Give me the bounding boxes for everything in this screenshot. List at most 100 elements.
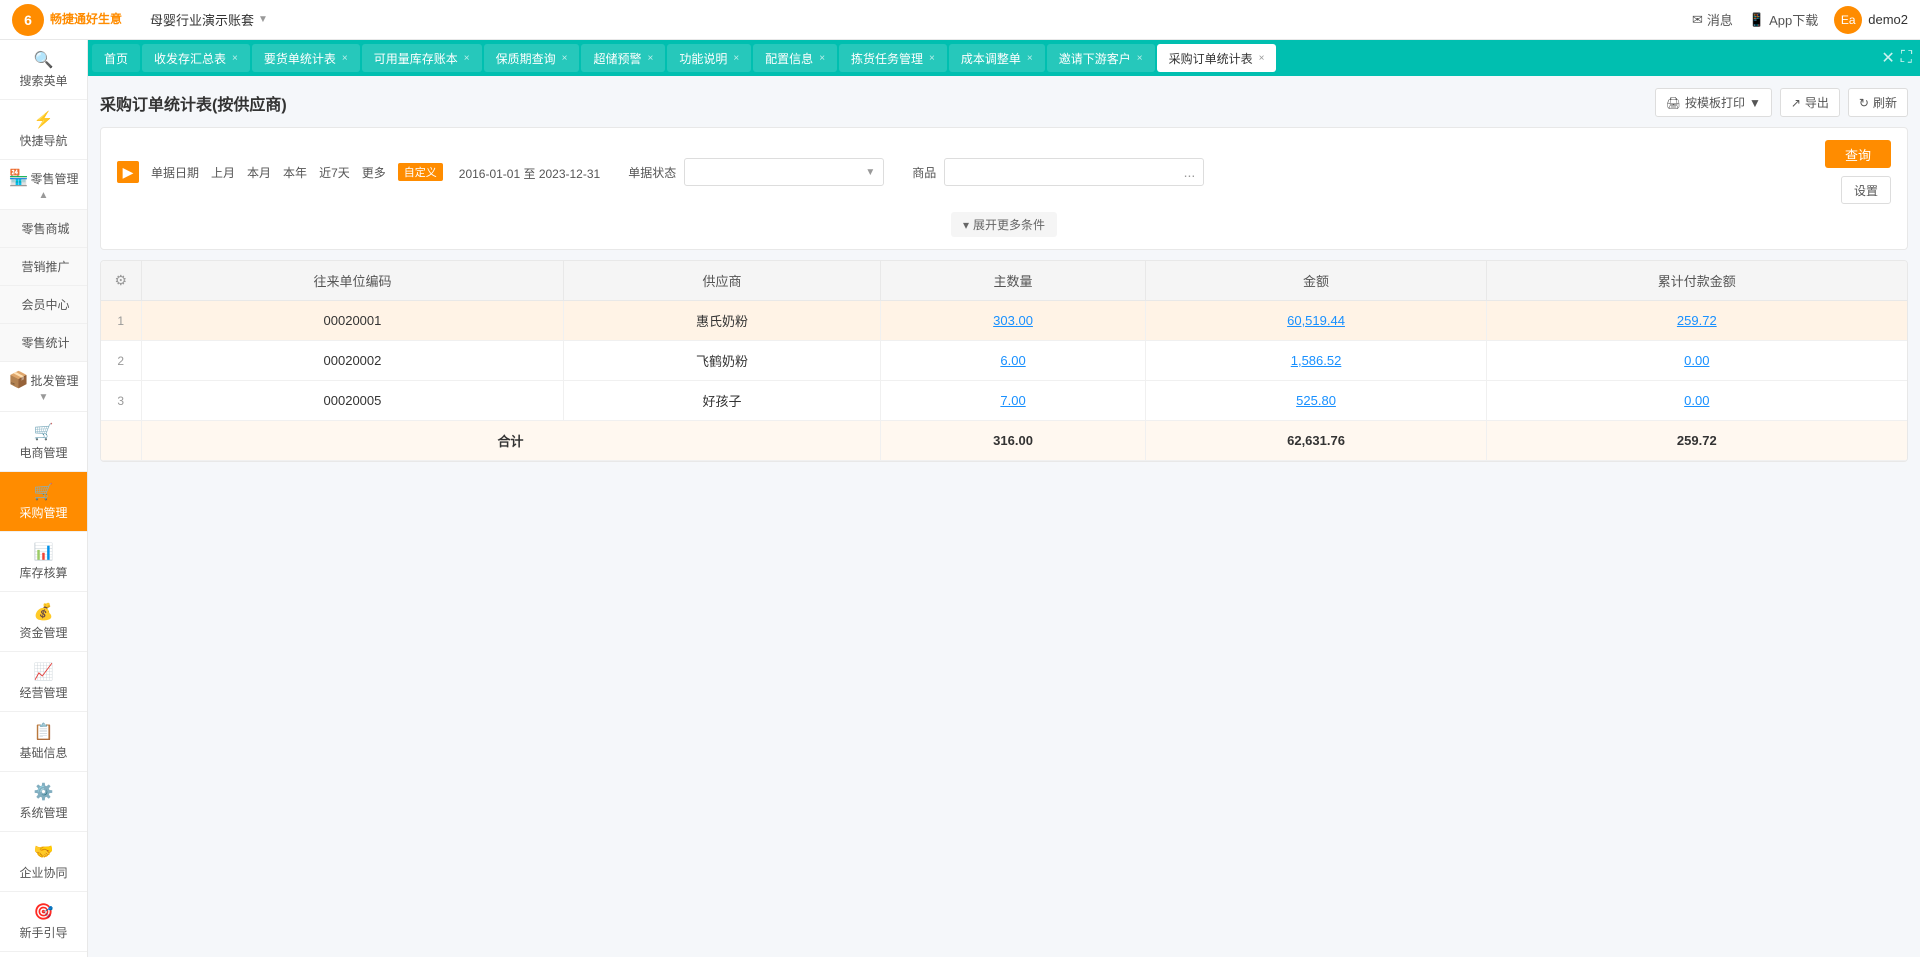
tab-close-icon[interactable]: ×: [929, 53, 935, 64]
filter-bar: ▶ 单据日期 上月 本月 本年 近7天 更多 自定义 2016-01-: [100, 127, 1908, 250]
table-row[interactable]: 2 00020002 飞鹤奶粉 6.00 1,586.52 0.00: [101, 341, 1907, 381]
sidebar-item-label: 搜索英单: [19, 72, 67, 89]
table-row[interactable]: 3 00020005 好孩子 7.00 525.80 0.00: [101, 381, 1907, 421]
workspace-selector[interactable]: 母婴行业演示账套 ▼: [150, 10, 268, 29]
table-header-row: ⚙ 往来单位编码 供应商 主数量 金额 累计付款金额: [101, 261, 1907, 301]
tab-close-icon[interactable]: ×: [647, 53, 653, 64]
filter-toggle-button[interactable]: ▶: [117, 161, 139, 183]
tab-close-icon[interactable]: ×: [1137, 53, 1143, 64]
date-shortcut-this-month[interactable]: 本月: [243, 163, 275, 182]
tab-close-icon[interactable]: ×: [232, 53, 238, 64]
sidebar-item-shortcut[interactable]: ⚡ 快捷导航: [0, 100, 87, 160]
message-action[interactable]: ✉ 消息: [1692, 10, 1733, 29]
cell-amount: 60,519.44: [1146, 301, 1486, 341]
tab-expiry-query[interactable]: 保质期查询 ×: [484, 44, 580, 72]
sidebar-item-purchase[interactable]: 🛒 采购管理: [0, 472, 87, 532]
sidebar-item-basic[interactable]: 📋 基础信息: [0, 712, 87, 772]
date-shortcut-last-month[interactable]: 上月: [207, 163, 239, 182]
avatar-text: Ea: [1841, 13, 1856, 27]
export-icon: ↗: [1791, 96, 1801, 110]
sidebar-item-retail-shop[interactable]: 零售商城: [0, 210, 87, 248]
retail-arrow-icon: ▲: [39, 190, 49, 201]
tab-close-icon[interactable]: ×: [464, 53, 470, 64]
tab-cost-adjust[interactable]: 成本调整单 ×: [949, 44, 1045, 72]
status-select[interactable]: ▼: [684, 158, 884, 186]
print-button[interactable]: 🖨 按模板打印 ▼: [1655, 88, 1772, 117]
goods-input[interactable]: ...: [944, 158, 1204, 186]
th-gear: ⚙: [101, 261, 141, 301]
logo-area: 6 畅捷通好生意: [12, 4, 122, 36]
sidebar-item-retail[interactable]: 🏪 零售管理 ▲: [0, 160, 87, 210]
date-shortcut-7days[interactable]: 近7天: [315, 163, 354, 182]
tab-home[interactable]: 首页: [92, 44, 140, 72]
date-custom-badge[interactable]: 自定义: [398, 163, 443, 181]
sidebar-item-ecommerce[interactable]: 🛒 电商管理: [0, 412, 87, 472]
export-button[interactable]: ↗ 导出: [1780, 88, 1840, 117]
more-icon[interactable]: ...: [1184, 164, 1196, 180]
table-container: ⚙ 往来单位编码 供应商 主数量 金额 累计付款金额 1 00020001 惠氏…: [100, 260, 1908, 462]
user-area[interactable]: Ea demo2: [1834, 6, 1908, 34]
tab-close-icon[interactable]: ×: [1027, 53, 1033, 64]
tab-label: 拣货任务管理: [851, 50, 923, 67]
app-download-action[interactable]: 📱 App下载: [1749, 10, 1818, 29]
workspace-name: 母婴行业演示账套: [150, 10, 254, 29]
sidebar-item-enterprise[interactable]: 🤝 企业协同: [0, 832, 87, 892]
date-shortcut-this-year[interactable]: 本年: [279, 163, 311, 182]
date-shortcut-more[interactable]: 更多: [358, 163, 390, 182]
tab-close-icon[interactable]: ×: [342, 53, 348, 64]
cell-supplier-code: 00020002: [141, 341, 564, 381]
tab-available-stock[interactable]: 可用量库存账本 ×: [362, 44, 482, 72]
tab-purchase-order-stat[interactable]: 采购订单统计表 ×: [1157, 44, 1277, 72]
tab-maximize-icon[interactable]: ⛶: [1901, 49, 1912, 67]
sidebar-item-operation[interactable]: 📈 经营管理: [0, 652, 87, 712]
shortcut-icon: ⚡: [34, 110, 54, 130]
nav-tabs: 首页 收发存汇总表 × 要货单统计表 × 可用量库存账本 × 保质期查询 × 超…: [88, 40, 1920, 76]
tab-close-window-icon[interactable]: ✕: [1881, 48, 1894, 68]
tab-purchase-stat[interactable]: 要货单统计表 ×: [252, 44, 360, 72]
tab-close-icon[interactable]: ×: [562, 53, 568, 64]
refresh-button[interactable]: ↻ 刷新: [1848, 88, 1908, 117]
tab-overstock-warning[interactable]: 超储预警 ×: [581, 44, 665, 72]
cell-supplier-code: 00020005: [141, 381, 564, 421]
tab-label: 收发存汇总表: [154, 50, 226, 67]
sidebar-item-finance[interactable]: 💰 资金管理: [0, 592, 87, 652]
gear-icon[interactable]: ⚙: [114, 272, 127, 288]
sidebar-item-appcenter[interactable]: 📱 应用中心: [0, 952, 87, 957]
sidebar-item-inventory[interactable]: 📊 库存核算: [0, 532, 87, 592]
cell-paid-amount: 0.00: [1486, 341, 1907, 381]
tab-label: 采购订单统计表: [1169, 50, 1253, 67]
tab-label: 要货单统计表: [264, 50, 336, 67]
sidebar-item-search[interactable]: 🔍 搜索英单: [0, 40, 87, 100]
page-content: 采购订单统计表(按供应商) 🖨 按模板打印 ▼ ↗ 导出 ↻ 刷新: [88, 76, 1920, 957]
page-title: 采购订单统计表(按供应商): [100, 91, 287, 115]
sidebar-item-label: 快捷导航: [19, 132, 67, 149]
sidebar-item-marketing[interactable]: 营销推广: [0, 248, 87, 286]
tab-config-info[interactable]: 配置信息 ×: [753, 44, 837, 72]
tab-close-icon[interactable]: ×: [819, 53, 825, 64]
sidebar-item-wholesale[interactable]: 📦 批发管理 ▼: [0, 362, 87, 412]
table-row[interactable]: 1 00020001 惠氏奶粉 303.00 60,519.44 259.72: [101, 301, 1907, 341]
query-button[interactable]: 查询: [1825, 140, 1891, 168]
tab-close-icon[interactable]: ×: [733, 53, 739, 64]
top-bar-left: 6 畅捷通好生意 母婴行业演示账套 ▼: [12, 4, 268, 36]
settings-button[interactable]: 设置: [1841, 176, 1891, 204]
data-table: ⚙ 往来单位编码 供应商 主数量 金额 累计付款金额 1 00020001 惠氏…: [101, 261, 1907, 461]
sidebar-item-member[interactable]: 会员中心: [0, 286, 87, 324]
tab-invite-customer[interactable]: 邀请下游客户 ×: [1047, 44, 1155, 72]
print-label: 按模板打印: [1685, 94, 1745, 111]
sidebar-item-label: 零售统计: [21, 334, 69, 351]
tab-function-desc[interactable]: 功能说明 ×: [667, 44, 751, 72]
expand-more-button[interactable]: ▾ 展开更多条件: [951, 212, 1057, 237]
tab-receive-summary[interactable]: 收发存汇总表 ×: [142, 44, 250, 72]
app-download-label: App下载: [1769, 10, 1818, 29]
sidebar-item-system[interactable]: ⚙️ 系统管理: [0, 772, 87, 832]
tab-home-label: 首页: [104, 50, 128, 67]
tab-picking-task[interactable]: 拣货任务管理 ×: [839, 44, 947, 72]
sidebar-item-retail-stat[interactable]: 零售统计: [0, 324, 87, 362]
wholesale-arrow-icon: ▼: [39, 392, 49, 403]
tab-close-icon[interactable]: ×: [1259, 53, 1265, 64]
basic-icon: 📋: [34, 722, 54, 742]
sidebar-item-newguide[interactable]: 🎯 新手引导: [0, 892, 87, 952]
main-layout: 🔍 搜索英单 ⚡ 快捷导航 🏪 零售管理 ▲ 零售商城 营销推广 会员中心 零售…: [0, 40, 1920, 957]
message-icon: ✉: [1692, 12, 1703, 28]
